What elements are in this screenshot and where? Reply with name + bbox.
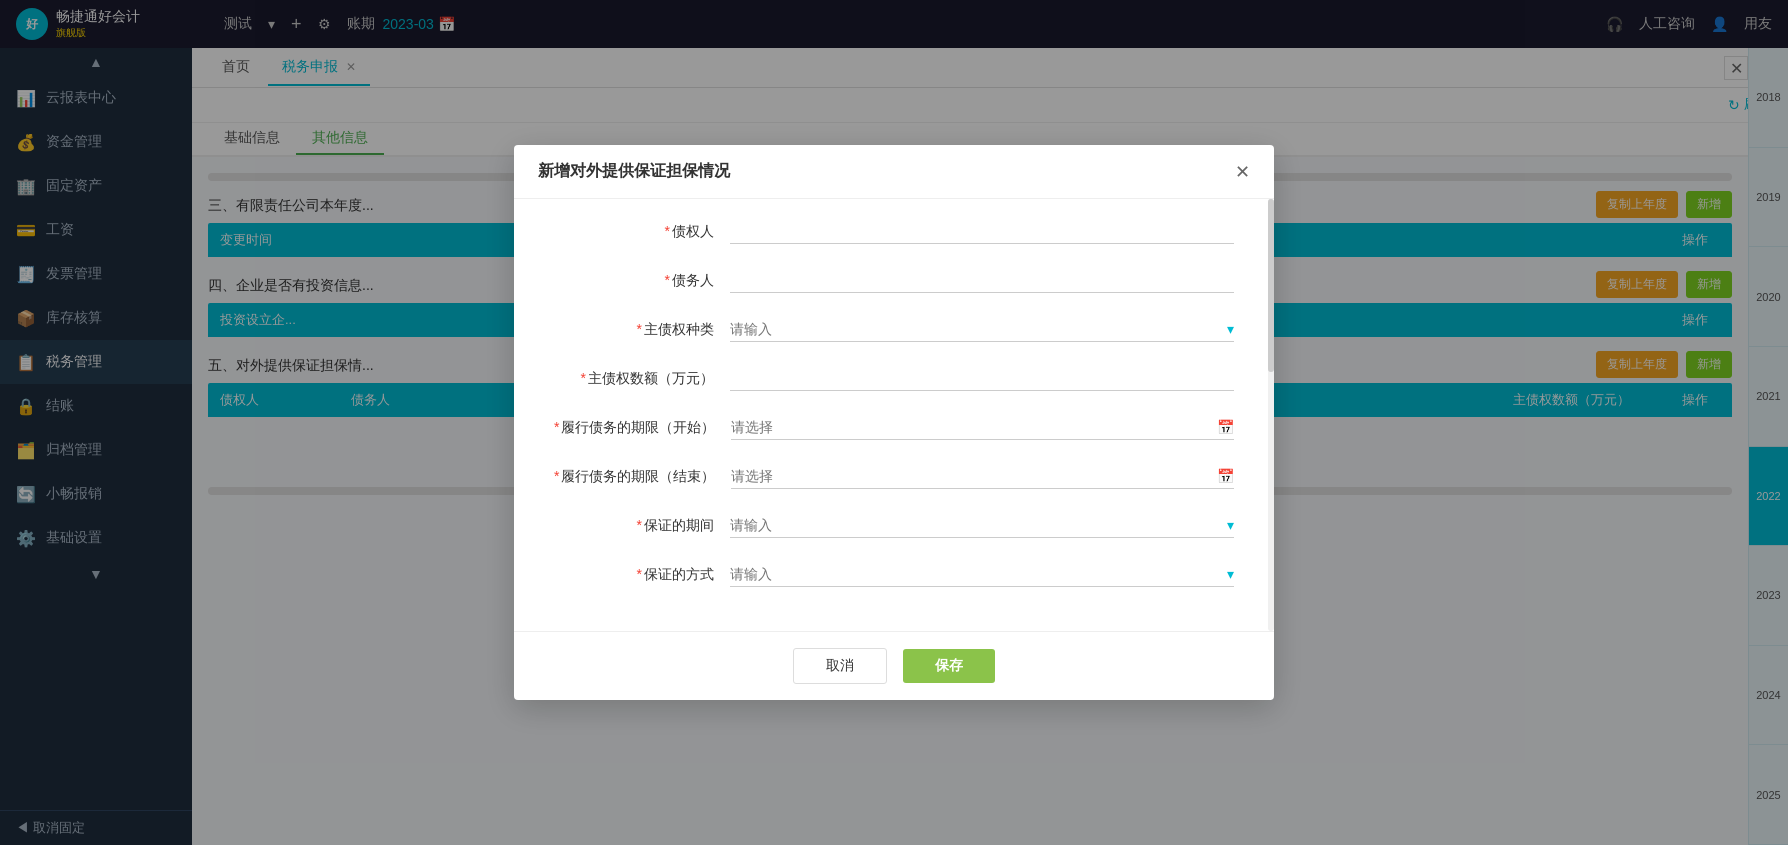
select-guarantee-method[interactable]: ▾ (730, 562, 1234, 587)
input-term-end[interactable] (731, 468, 1217, 484)
modal-footer: 取消 保存 (514, 631, 1274, 700)
modal-header: 新增对外提供保证担保情况 ✕ (514, 145, 1274, 199)
dropdown-arrow-claim-type[interactable]: ▾ (1227, 321, 1234, 337)
modal-close-button[interactable]: ✕ (1235, 163, 1250, 181)
modal-dialog: 新增对外提供保证担保情况 ✕ *债权人 *债务人 (514, 145, 1274, 700)
input-claim-amount[interactable] (730, 366, 1234, 391)
date-term-start[interactable]: 📅 (731, 415, 1234, 440)
form-row-term-start: *履行债务的期限（开始） 📅 (554, 415, 1234, 440)
select-guarantee-period[interactable]: ▾ (730, 513, 1234, 538)
modal-title: 新增对外提供保证担保情况 (538, 161, 730, 182)
calendar-icon-start[interactable]: 📅 (1217, 419, 1234, 435)
input-guarantee-method[interactable] (730, 566, 1227, 582)
label-claim-amount: *主债权数额（万元） (554, 370, 714, 388)
form-row-guarantee-period: *保证的期间 ▾ (554, 513, 1234, 538)
form-row-claim-type: *主债权种类 ▾ (554, 317, 1234, 342)
label-term-start: *履行债务的期限（开始） (554, 419, 715, 437)
label-claim-type: *主债权种类 (554, 321, 714, 339)
modal-body: *债权人 *债务人 *主债权种类 ▾ (514, 199, 1274, 631)
save-button[interactable]: 保存 (903, 649, 995, 683)
form-row-debtor: *债务人 (554, 268, 1234, 293)
calendar-icon-end[interactable]: 📅 (1217, 468, 1234, 484)
input-claim-type[interactable] (730, 321, 1227, 337)
dropdown-arrow-guarantee-period[interactable]: ▾ (1227, 517, 1234, 533)
label-guarantee-period: *保证的期间 (554, 517, 714, 535)
date-term-end[interactable]: 📅 (731, 464, 1234, 489)
dropdown-arrow-guarantee-method[interactable]: ▾ (1227, 566, 1234, 582)
input-term-start[interactable] (731, 419, 1217, 435)
label-guarantee-method: *保证的方式 (554, 566, 714, 584)
label-creditor: *债权人 (554, 223, 714, 241)
modal-overlay: 新增对外提供保证担保情况 ✕ *债权人 *债务人 (0, 0, 1788, 845)
input-guarantee-period[interactable] (730, 517, 1227, 533)
form-row-guarantee-method: *保证的方式 ▾ (554, 562, 1234, 587)
form-row-term-end: *履行债务的期限（结束） 📅 (554, 464, 1234, 489)
label-term-end: *履行债务的期限（结束） (554, 468, 715, 486)
form-row-creditor: *债权人 (554, 219, 1234, 244)
form-row-claim-amount: *主债权数额（万元） (554, 366, 1234, 391)
label-debtor: *债务人 (554, 272, 714, 290)
cancel-button[interactable]: 取消 (793, 648, 887, 684)
select-claim-type[interactable]: ▾ (730, 317, 1234, 342)
input-creditor[interactable] (730, 219, 1234, 244)
input-debtor[interactable] (730, 268, 1234, 293)
